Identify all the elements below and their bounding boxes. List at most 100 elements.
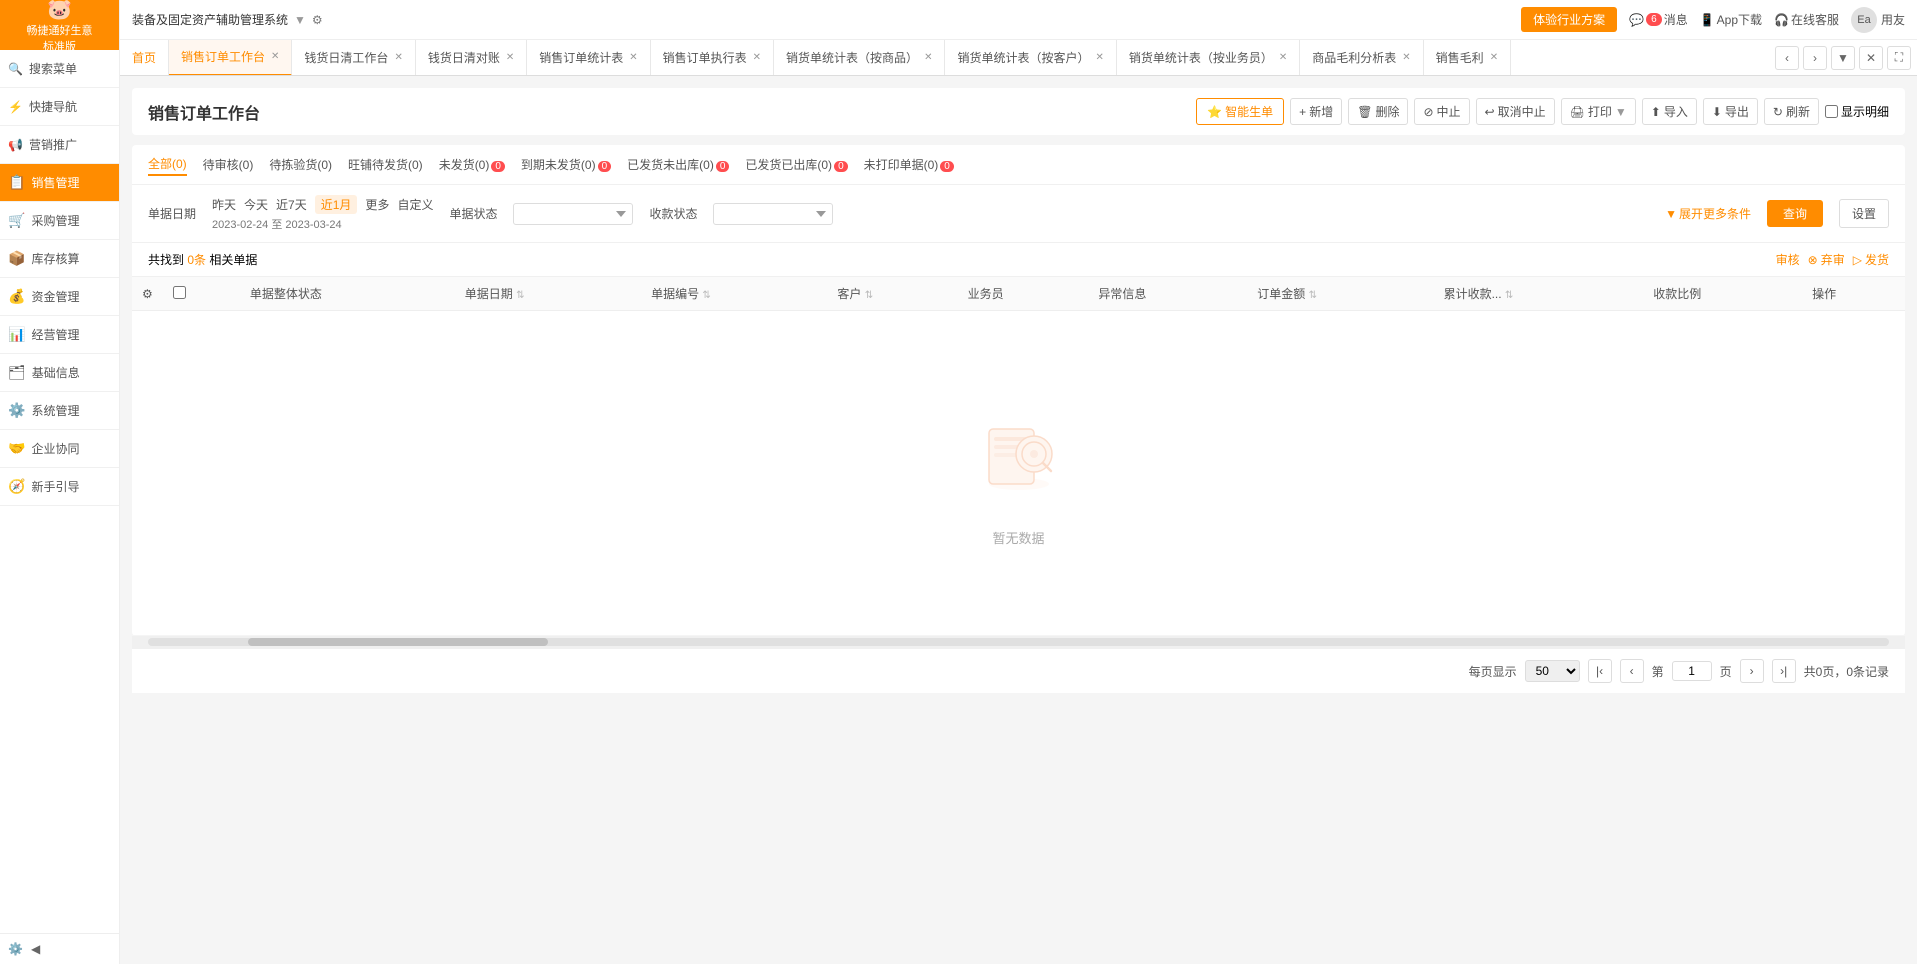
filter-tab-wangpu[interactable]: 旺铺待发货(0)	[348, 154, 423, 175]
tab-close-sales-exec[interactable]: ✕	[753, 52, 761, 63]
smart-create-btn[interactable]: ⭐ 智能生单	[1196, 98, 1284, 125]
status-filter-select[interactable]	[513, 203, 633, 225]
show-detail-checkbox[interactable]	[1825, 105, 1838, 118]
query-btn[interactable]: 查询	[1767, 200, 1823, 227]
tab-sales-stat3[interactable]: 销货单统计表（按客户）✕	[945, 40, 1116, 76]
add-btn[interactable]: + 新增	[1290, 98, 1342, 125]
delete-btn[interactable]: 🗑 删除	[1348, 98, 1408, 125]
tab-prev-btn[interactable]: ‹	[1775, 46, 1799, 70]
sidebar-item-purchase[interactable]: 🛒采购管理	[0, 202, 119, 240]
sidebar-item-operations[interactable]: 📊经营管理	[0, 316, 119, 354]
filter-tab-sent-unout[interactable]: 已发货未出库(0)0	[627, 154, 729, 175]
filter-tab-unsent[interactable]: 未发货(0)0	[439, 154, 505, 175]
horizontal-scrollbar[interactable]	[132, 636, 1905, 648]
user-area[interactable]: Ea 用友	[1851, 7, 1905, 33]
tab-close-sales-stat3[interactable]: ✕	[1095, 52, 1103, 63]
dropdown-arrow[interactable]: ▼	[294, 13, 306, 27]
select-all-checkbox[interactable]	[173, 286, 186, 299]
page-input[interactable]	[1672, 661, 1712, 681]
per-page-select[interactable]: 50 10 20 100	[1525, 660, 1580, 682]
sidebar-item-guide[interactable]: 🧭新手引导	[0, 468, 119, 506]
send-btn[interactable]: ▷ 发货	[1853, 251, 1889, 268]
sidebar-item-sales[interactable]: 📋销售管理	[0, 164, 119, 202]
tab-close-sales-stat[interactable]: ✕	[629, 52, 637, 63]
tab-close-cash-daily[interactable]: ✕	[394, 52, 402, 63]
print-icon: 🖨	[1570, 105, 1585, 119]
first-page-btn[interactable]: |‹	[1588, 659, 1612, 683]
online-service[interactable]: 🎧 在线客服	[1774, 11, 1839, 28]
th-customer[interactable]: 客户 ⇅	[827, 277, 957, 311]
date-opt-近7天[interactable]: 近7天	[276, 196, 307, 213]
tab-close-all-btn[interactable]: ✕	[1859, 46, 1883, 70]
tab-close-sales-workbench[interactable]: ✕	[271, 51, 279, 62]
filter-tab-unprinted[interactable]: 未打印单据(0)0	[864, 154, 954, 175]
industry-btn[interactable]: 体验行业方案	[1521, 7, 1617, 32]
sidebar-item-inventory[interactable]: 📦库存核算	[0, 240, 119, 278]
settings-icon[interactable]: ⚙	[312, 13, 323, 27]
th-no[interactable]: 单据编号 ⇅	[641, 277, 827, 311]
sidebar-item-enterprise[interactable]: 🤝企业协同	[0, 430, 119, 468]
date-opt-今天[interactable]: 今天	[244, 196, 268, 213]
print-btn[interactable]: 🖨 打印 ▼	[1561, 98, 1636, 125]
date-opt-昨天[interactable]: 昨天	[212, 196, 236, 213]
next-page-btn[interactable]: ›	[1740, 659, 1764, 683]
app-download[interactable]: 📱 App下载	[1700, 11, 1762, 28]
tab-next-btn[interactable]: ›	[1803, 46, 1827, 70]
sidebar-marketing[interactable]: 📢 营销推广	[0, 126, 119, 164]
audit-btn[interactable]: 审核	[1776, 251, 1800, 268]
tab-sales-rev[interactable]: 销售毛利✕	[1424, 40, 1511, 76]
tab-close-sales-stat2[interactable]: ✕	[924, 52, 932, 63]
filter-tab-all[interactable]: 全部(0)	[148, 153, 187, 176]
payment-filter-select[interactable]	[713, 203, 833, 225]
tab-sales-stat[interactable]: 销售订单统计表✕	[527, 40, 650, 76]
set-btn[interactable]: 设置	[1839, 199, 1889, 228]
filter-tab-pending-check[interactable]: 待拣验货(0)	[269, 154, 332, 175]
last-page-btn[interactable]: ›|	[1772, 659, 1796, 683]
filter-tab-sent-out[interactable]: 已发货已出库(0)0	[745, 154, 847, 175]
sidebar-search[interactable]: 🔍 搜索菜单	[0, 50, 119, 88]
tab-fullscreen-btn[interactable]: ⛶	[1887, 46, 1911, 70]
print-dropdown[interactable]: ▼	[1615, 105, 1627, 119]
th-date[interactable]: 单据日期 ⇅	[455, 277, 641, 311]
prev-page-btn[interactable]: ‹	[1620, 659, 1644, 683]
tab-home[interactable]: 首页	[120, 40, 169, 76]
tab-close-cash-reconcile[interactable]: ✕	[506, 52, 514, 63]
th-amount[interactable]: 订单金额 ⇅	[1247, 277, 1433, 311]
filter-tab-expired[interactable]: 到期未发货(0)0	[521, 154, 611, 175]
date-opt-近1月[interactable]: 近1月	[315, 195, 358, 214]
tab-sales-workbench[interactable]: 销售订单工作台✕	[169, 40, 292, 76]
tab-close-sales-rev[interactable]: ✕	[1490, 52, 1498, 63]
tab-close-profit-analysis[interactable]: ✕	[1402, 52, 1410, 63]
tab-sales-stat4[interactable]: 销货单统计表（按业务员）✕	[1117, 40, 1300, 76]
filter-tab-pending[interactable]: 待审核(0)	[203, 154, 254, 175]
tab-cash-reconcile[interactable]: 钱货日清对账✕	[416, 40, 527, 76]
gear-icon[interactable]: ⚙	[142, 287, 153, 301]
th-received[interactable]: 累计收款... ⇅	[1434, 277, 1644, 311]
tab-close-sales-stat4[interactable]: ✕	[1279, 52, 1287, 63]
settings-icon[interactable]: ⚙️	[8, 942, 23, 956]
tab-cash-daily[interactable]: 钱货日清工作台✕	[292, 40, 415, 76]
expand-filter-btn[interactable]: ▼ 展开更多条件	[1665, 205, 1751, 222]
th-salesman[interactable]: 业务员	[958, 277, 1089, 311]
tab-sales-exec[interactable]: 销售订单执行表✕	[651, 40, 774, 76]
collapse-icon[interactable]: ◀	[31, 942, 40, 956]
export-btn[interactable]: ⬇ 导出	[1703, 98, 1758, 125]
import-btn[interactable]: ⬆ 导入	[1642, 98, 1697, 125]
date-opt-更多[interactable]: 更多	[365, 196, 389, 213]
show-detail-label[interactable]: 显示明细	[1825, 103, 1889, 120]
date-opt-自定义[interactable]: 自定义	[397, 196, 433, 213]
tab-sales-stat2[interactable]: 销货单统计表（按商品）✕	[774, 40, 945, 76]
sidebar-item-finance[interactable]: 💰资金管理	[0, 278, 119, 316]
stop-btn[interactable]: ⊘ 中止	[1414, 98, 1469, 125]
cancel-audit-btn[interactable]: ⊗ 弃审	[1808, 251, 1845, 268]
scrollbar-track[interactable]	[148, 638, 1889, 646]
scrollbar-thumb[interactable]	[248, 638, 548, 646]
tab-more-btn[interactable]: ▼	[1831, 46, 1855, 70]
refresh-btn[interactable]: ↻ 刷新	[1764, 98, 1819, 125]
sidebar-item-basic[interactable]: 🗂基础信息	[0, 354, 119, 392]
sidebar-item-system[interactable]: ⚙️系统管理	[0, 392, 119, 430]
tab-profit-analysis[interactable]: 商品毛利分析表✕	[1300, 40, 1423, 76]
message-icon[interactable]: 💬 6 消息	[1629, 11, 1688, 28]
sidebar-quicknav[interactable]: ⚡ 快捷导航	[0, 88, 119, 126]
cancel-stop-btn[interactable]: ↩ 取消中止	[1476, 98, 1555, 125]
